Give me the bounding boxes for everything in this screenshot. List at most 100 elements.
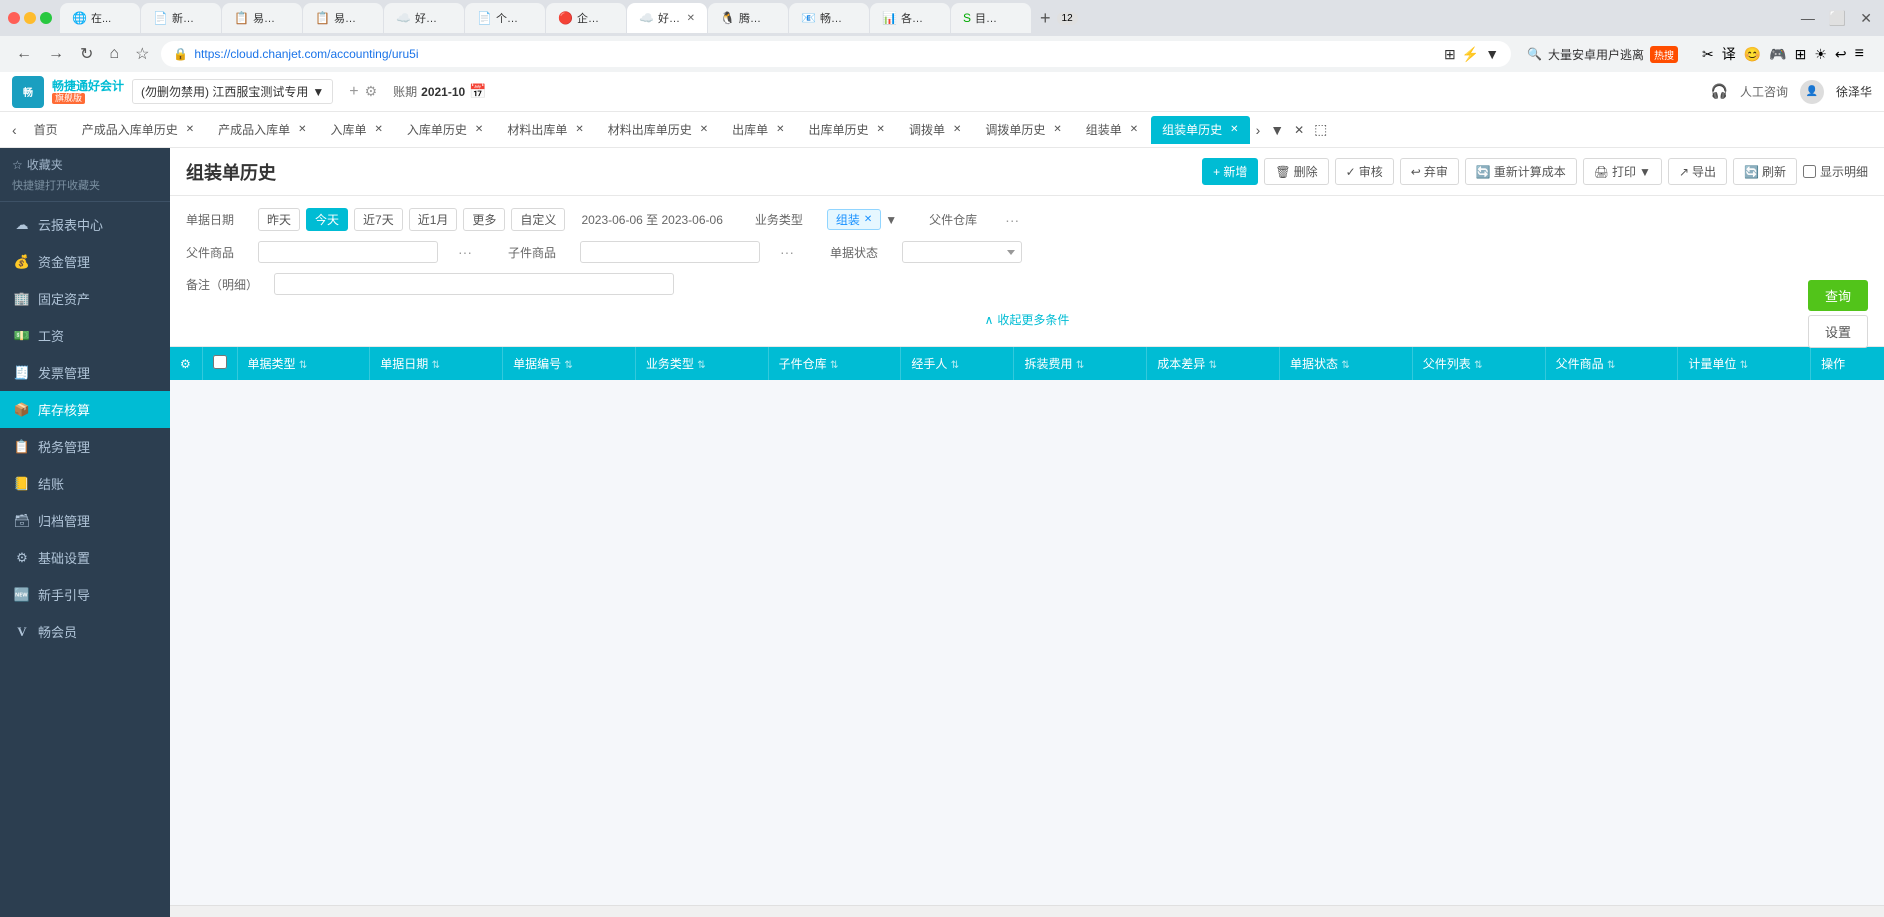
emoji-icon[interactable]: 😊 — [1744, 46, 1761, 63]
browser-tab-2[interactable]: 📄 新… — [141, 3, 221, 33]
th-slip-type[interactable]: 单据类型 ⇅ — [237, 347, 370, 380]
company-selector[interactable]: (勿删勿禁用) 江西服宝测试专用 ▼ — [132, 79, 333, 104]
nav-tab-home[interactable]: 首页 — [23, 116, 69, 144]
scrollbar-area[interactable] — [170, 905, 1884, 917]
new-tab-button[interactable]: + — [1040, 8, 1051, 29]
abandon-button[interactable]: ↩ 弃审 — [1400, 158, 1459, 185]
finished-close[interactable]: ✕ — [298, 124, 306, 135]
parent-goods-dots[interactable]: ··· — [454, 244, 476, 260]
biz-type-dropdown[interactable]: ▼ — [885, 213, 897, 227]
th-child-warehouse[interactable]: 子件仓库 ⇅ — [768, 347, 901, 380]
settings-btn[interactable]: 设置 — [1808, 315, 1868, 348]
th-parent-list[interactable]: 父件列表 ⇅ — [1412, 347, 1545, 380]
star-button[interactable]: ☆ — [131, 40, 153, 68]
refresh-button[interactable]: 🔄 刷新 — [1733, 158, 1797, 185]
date-btn-more[interactable]: 更多 — [463, 208, 505, 231]
dropdown-icon[interactable]: ▼ — [1485, 46, 1499, 62]
menu-icon[interactable]: ≡ — [1855, 45, 1864, 63]
browser-tab-10[interactable]: 📧 畅… — [789, 3, 869, 33]
print-dropdown-icon[interactable]: ▼ — [1639, 165, 1651, 179]
tab-close-all[interactable]: ✕ — [1290, 123, 1308, 137]
browser-tab-7[interactable]: 🔴 企… — [546, 3, 626, 33]
finished-history-close[interactable]: ✕ — [186, 124, 194, 135]
home-button[interactable]: ⌂ — [105, 41, 123, 67]
sidebar-item-cloud-report[interactable]: ☁ 云报表中心 — [0, 206, 170, 243]
parent-warehouse-dots[interactable]: ··· — [1001, 212, 1023, 228]
nav-tab-material-out-history[interactable]: 材料出库单历史 ✕ — [597, 116, 719, 144]
material-out-close[interactable]: ✕ — [575, 124, 583, 135]
date-btn-today[interactable]: 今天 — [306, 208, 348, 231]
show-detail-checkbox[interactable]: 显示明细 — [1803, 163, 1868, 180]
nav-tab-out[interactable]: 出库单 ✕ — [721, 116, 795, 144]
query-button[interactable]: 查询 — [1808, 280, 1868, 311]
user-name[interactable]: 徐泽华 — [1836, 83, 1872, 100]
col-settings-icon[interactable]: ⚙ — [180, 357, 191, 371]
th-biz-type[interactable]: 业务类型 ⇅ — [635, 347, 768, 380]
grid-icon[interactable]: ⊞ — [1795, 46, 1807, 63]
nav-tab-stock-in-history[interactable]: 入库单历史 ✕ — [396, 116, 494, 144]
th-slip-no[interactable]: 单据编号 ⇅ — [503, 347, 636, 380]
minimize-button[interactable]: — — [1797, 8, 1819, 28]
nav-tab-finished-history[interactable]: 产成品入库单历史 ✕ — [71, 116, 205, 144]
browser-tab-8[interactable]: ☁️ 好… ✕ — [627, 3, 707, 33]
th-disassembly-fee[interactable]: 拆装费用 ⇅ — [1014, 347, 1147, 380]
tab-close-icon[interactable]: ✕ — [687, 13, 695, 24]
lightning-icon[interactable]: ⚡ — [1462, 46, 1479, 63]
back-button[interactable]: ← — [12, 41, 36, 67]
address-bar[interactable]: 🔒 https://cloud.chanjet.com/accounting/u… — [161, 41, 1511, 67]
refresh-browser-button[interactable]: ↻ — [76, 40, 97, 68]
sidebar-item-fixed-assets[interactable]: 🏢 固定资产 — [0, 280, 170, 317]
translate-icon[interactable]: 译 — [1722, 44, 1736, 64]
sidebar-item-member[interactable]: V 畅会员 — [0, 613, 170, 650]
new-button[interactable]: + 新增 — [1202, 158, 1258, 185]
slip-status-select[interactable] — [902, 241, 1022, 263]
service-label[interactable]: 人工咨询 — [1740, 83, 1788, 100]
browser-tab-12[interactable]: S 目… — [951, 3, 1031, 33]
tab-scroll-right[interactable]: › — [1252, 120, 1265, 140]
sidebar-item-invoice[interactable]: 🧾 发票管理 — [0, 354, 170, 391]
transfer-close[interactable]: ✕ — [953, 124, 961, 135]
qr-icon[interactable]: ⊞ — [1444, 46, 1456, 63]
nav-tab-stock-in[interactable]: 入库单 ✕ — [320, 116, 394, 144]
nav-tab-finished[interactable]: 产成品入库单 ✕ — [207, 116, 317, 144]
stock-in-close[interactable]: ✕ — [375, 124, 383, 135]
th-slip-status[interactable]: 单据状态 ⇅ — [1280, 347, 1413, 380]
date-btn-custom[interactable]: 自定义 — [511, 208, 565, 231]
assemble-close[interactable]: ✕ — [1130, 124, 1138, 135]
undo-icon[interactable]: ↩ — [1835, 46, 1847, 63]
recalculate-button[interactable]: 🔄 重新计算成本 — [1465, 158, 1577, 185]
notes-input[interactable] — [274, 273, 674, 295]
browser-tab-6[interactable]: 📄 个… — [465, 3, 545, 33]
settings-icon[interactable]: ⚙ — [365, 83, 378, 100]
select-all-checkbox[interactable] — [213, 355, 227, 369]
parent-goods-input[interactable] — [258, 241, 438, 263]
calendar-icon[interactable]: 📅 — [469, 83, 486, 100]
sidebar-item-finance[interactable]: 💰 资金管理 — [0, 243, 170, 280]
nav-tab-transfer[interactable]: 调拨单 ✕ — [898, 116, 972, 144]
game-icon[interactable]: 🎮 — [1769, 46, 1786, 63]
th-handler[interactable]: 经手人 ⇅ — [901, 347, 1014, 380]
out-history-close[interactable]: ✕ — [877, 124, 885, 135]
tab-extra-icon[interactable]: ⬚ — [1310, 121, 1331, 138]
transfer-history-close[interactable]: ✕ — [1053, 124, 1061, 135]
th-unit[interactable]: 计量单位 ⇅ — [1678, 347, 1811, 380]
sun-icon[interactable]: ☀ — [1814, 46, 1827, 63]
add-company-button[interactable]: + — [349, 83, 358, 101]
collapse-button[interactable]: ∧ 收起更多条件 — [985, 311, 1070, 328]
th-settings[interactable]: ⚙ — [170, 347, 202, 380]
browser-tab-5[interactable]: ☁️ 好… — [384, 3, 464, 33]
close-button[interactable]: ✕ — [1856, 8, 1876, 29]
browser-tab-3[interactable]: 📋 易… — [222, 3, 302, 33]
forward-button[interactable]: → — [44, 41, 68, 67]
browser-tab-9[interactable]: 🐧 腾… — [708, 3, 788, 33]
browser-tab-1[interactable]: 🌐 在... — [60, 3, 140, 33]
th-slip-date[interactable]: 单据日期 ⇅ — [370, 347, 503, 380]
date-btn-yesterday[interactable]: 昨天 — [258, 208, 300, 231]
nav-tab-out-history[interactable]: 出库单历史 ✕ — [798, 116, 896, 144]
browser-tab-4[interactable]: 📋 易… — [303, 3, 383, 33]
child-goods-dots[interactable]: ··· — [776, 244, 798, 260]
sidebar-item-settlement[interactable]: 📒 结账 — [0, 465, 170, 502]
th-checkbox[interactable] — [202, 347, 237, 380]
nav-tab-material-out[interactable]: 材料出库单 ✕ — [496, 116, 594, 144]
assemble-history-close[interactable]: ✕ — [1230, 124, 1238, 135]
